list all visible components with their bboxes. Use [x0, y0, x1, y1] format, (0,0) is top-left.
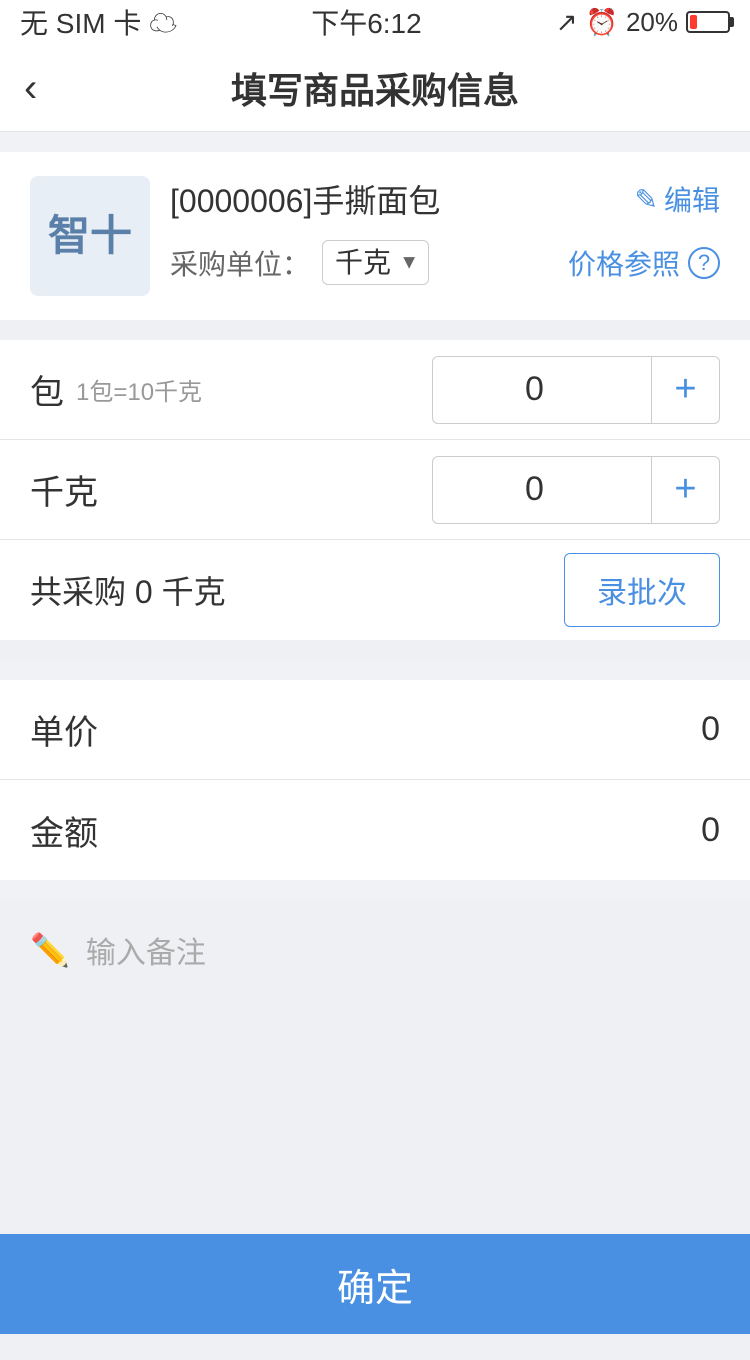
amount-value: 0: [701, 811, 720, 850]
product-full-name: [0000006]手撕面包: [170, 176, 440, 222]
bag-input-row: 包 1包=10千克 +: [0, 340, 750, 440]
product-logo: 智十: [48, 215, 132, 257]
price-ref-button[interactable]: 价格参照 ?: [568, 243, 720, 283]
section-divider-2: [0, 640, 750, 660]
status-time: 下午6:12: [311, 2, 422, 42]
unit-select[interactable]: 千克: [322, 240, 429, 285]
unit-price-row: 单价 0: [0, 680, 750, 780]
kg-quantity-input[interactable]: [432, 456, 652, 524]
remark-section[interactable]: ✏️ 输入备注: [0, 900, 750, 1000]
kg-label: 千克: [30, 465, 432, 514]
confirm-button[interactable]: 确定: [0, 1234, 750, 1334]
purchase-unit-row: 采购单位： 千克 价格参照 ?: [170, 240, 720, 285]
kg-input-right: +: [432, 456, 720, 524]
nav-bar: ‹ 填写商品采购信息: [0, 44, 750, 132]
price-ref-label: 价格参照: [568, 243, 680, 283]
purchase-unit-label: 采购单位：: [170, 243, 310, 283]
bag-plus-button[interactable]: +: [652, 356, 720, 424]
battery-icon: [686, 11, 730, 33]
alarm-icon: ⏰: [586, 7, 618, 38]
remark-placeholder: 输入备注: [86, 928, 206, 972]
pencil-icon: ✏️: [30, 931, 70, 969]
batch-button[interactable]: 录批次: [564, 553, 720, 627]
edit-button[interactable]: ✎ 编辑: [635, 179, 720, 219]
unit-select-wrapper[interactable]: 千克: [322, 240, 429, 285]
page-title: 填写商品采购信息: [231, 62, 519, 114]
bag-input-right: +: [432, 356, 720, 424]
back-button[interactable]: ‹: [24, 68, 37, 108]
edit-icon: ✎: [635, 183, 658, 216]
unit-price-label: 单价: [30, 705, 701, 754]
product-thumbnail: 智十: [30, 176, 150, 296]
section-divider-1: [0, 320, 750, 340]
bag-quantity-input[interactable]: [432, 356, 652, 424]
input-section: 包 1包=10千克 + 千克 +: [0, 340, 750, 540]
status-right: ↗ ⏰ 20%: [556, 7, 730, 38]
summary-text: 共采购 0 千克: [30, 567, 564, 613]
kg-input-row: 千克 +: [0, 440, 750, 540]
sim-status: 无 SIM 卡 ☁: [20, 2, 177, 42]
status-bar: 无 SIM 卡 ☁ 下午6:12 ↗ ⏰ 20%: [0, 0, 750, 44]
amount-label: 金额: [30, 806, 701, 855]
product-info: [0000006]手撕面包 ✎ 编辑 采购单位： 千克 价格参照 ?: [170, 176, 720, 285]
edit-label: 编辑: [664, 179, 720, 219]
product-card: 智十 [0000006]手撕面包 ✎ 编辑 采购单位： 千克 价格参照 ?: [0, 152, 750, 320]
bag-label: 包 1包=10千克: [30, 365, 432, 414]
product-name-row: [0000006]手撕面包 ✎ 编辑: [170, 176, 720, 222]
status-left: 无 SIM 卡 ☁: [20, 2, 177, 42]
amount-row: 金额 0: [0, 780, 750, 880]
summary-row: 共采购 0 千克 录批次: [0, 540, 750, 640]
battery-percent: 20%: [626, 7, 678, 38]
location-icon: ↗: [556, 7, 578, 38]
kg-plus-button[interactable]: +: [652, 456, 720, 524]
price-ref-help-icon: ?: [688, 247, 720, 279]
unit-price-value: 0: [701, 710, 720, 749]
bag-sub-label: 1包=10千克: [76, 372, 202, 407]
price-section: 单价 0 金额 0: [0, 680, 750, 880]
